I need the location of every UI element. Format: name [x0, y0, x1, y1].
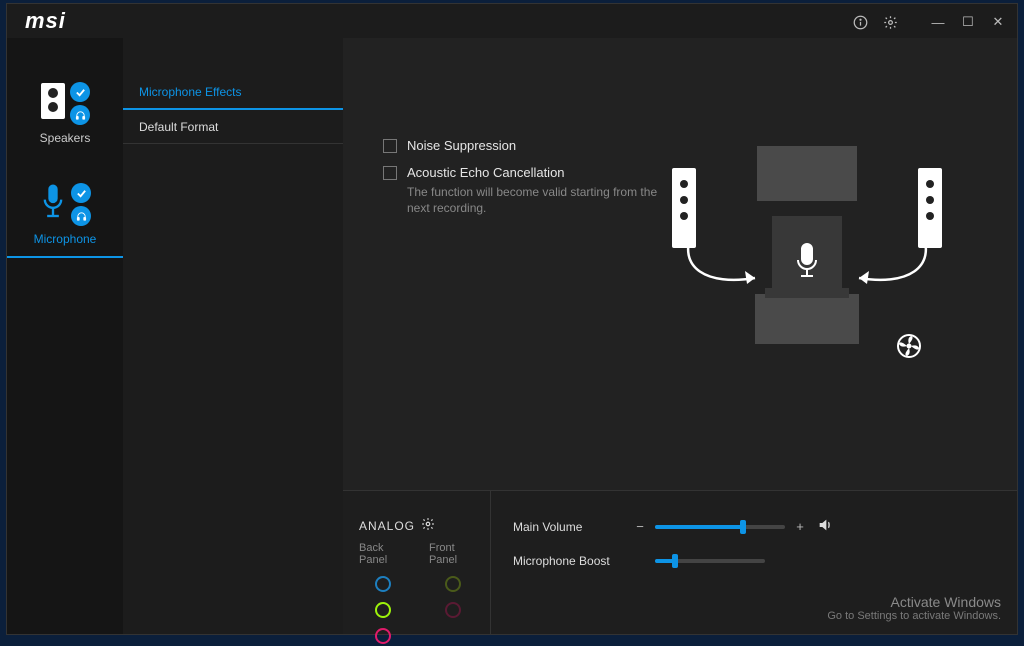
watermark-title: Activate Windows	[827, 594, 1001, 610]
info-icon[interactable]	[845, 10, 875, 34]
main-volume-increase[interactable]: +	[793, 519, 807, 534]
back-port-pink[interactable]	[375, 628, 391, 644]
speaker-icon	[40, 82, 66, 125]
noise-suppression-row: Noise Suppression	[383, 138, 703, 153]
main-volume-slider[interactable]	[655, 525, 785, 529]
volume-icon[interactable]	[817, 517, 833, 536]
echo-cancellation-note: The function will become valid starting …	[407, 184, 667, 216]
echo-cancellation-label: Acoustic Echo Cancellation	[407, 165, 667, 180]
brand-logo: msi	[25, 8, 66, 34]
check-badge-icon	[70, 82, 90, 102]
analog-panel: ANALOG Back Panel Front Panel	[343, 491, 491, 634]
subnav: Microphone Effects Default Format	[123, 38, 343, 634]
sliders-panel: Main Volume − + Microphone Boost	[491, 491, 1017, 634]
analog-heading: ANALOG	[359, 519, 415, 533]
mic-boost-label: Microphone Boost	[513, 554, 633, 568]
echo-cancellation-checkbox[interactable]	[383, 166, 397, 180]
mic-boost-thumb[interactable]	[672, 554, 678, 568]
maximize-button[interactable]: ☐	[953, 10, 983, 34]
echo-cancellation-row: Acoustic Echo Cancellation The function …	[383, 165, 703, 216]
mic-boost-row: Microphone Boost	[513, 554, 997, 568]
echo-diagram	[657, 138, 957, 388]
back-panel-title: Back Panel	[359, 542, 407, 566]
footer-panel: ANALOG Back Panel Front Panel	[343, 490, 1017, 634]
device-label: Microphone	[34, 232, 97, 246]
sidebar-item-speakers[interactable]: Speakers	[7, 78, 123, 155]
main-panel: Noise Suppression Acoustic Echo Cancella…	[343, 38, 1017, 490]
sidebar-item-microphone[interactable]: Microphone	[7, 179, 123, 258]
front-port-2[interactable]	[445, 602, 461, 618]
close-button[interactable]: ✕	[983, 10, 1013, 34]
back-port-green[interactable]	[375, 602, 391, 618]
headset-badge-icon	[71, 206, 91, 226]
microphone-icon	[39, 183, 67, 226]
noise-suppression-label: Noise Suppression	[407, 138, 516, 153]
tab-default-format[interactable]: Default Format	[123, 110, 343, 144]
device-sidebar: Speakers Microphone	[7, 38, 123, 634]
front-port-1[interactable]	[445, 576, 461, 592]
device-label: Speakers	[40, 131, 91, 145]
minimize-button[interactable]: —	[923, 10, 953, 34]
headset-badge-icon	[70, 105, 90, 125]
front-panel-column: Front Panel	[429, 542, 478, 644]
front-panel-title: Front Panel	[429, 542, 478, 566]
titlebar: msi — ☐ ✕	[7, 4, 1017, 38]
main-volume-decrease[interactable]: −	[633, 519, 647, 534]
windows-watermark: Activate Windows Go to Settings to activ…	[827, 594, 1001, 622]
effects-list: Noise Suppression Acoustic Echo Cancella…	[383, 138, 703, 228]
check-badge-icon	[71, 183, 91, 203]
window-controls: — ☐ ✕	[845, 10, 1013, 34]
back-port-blue[interactable]	[375, 576, 391, 592]
main-volume-label: Main Volume	[513, 520, 633, 534]
app-window: msi — ☐ ✕ Speak	[6, 3, 1018, 635]
noise-suppression-checkbox[interactable]	[383, 139, 397, 153]
mic-boost-slider[interactable]	[655, 559, 765, 563]
back-panel-column: Back Panel	[359, 542, 407, 644]
tab-microphone-effects[interactable]: Microphone Effects	[123, 76, 343, 110]
gear-icon[interactable]	[875, 10, 905, 34]
analog-gear-icon[interactable]	[421, 517, 435, 534]
watermark-sub: Go to Settings to activate Windows.	[827, 610, 1001, 622]
main-volume-thumb[interactable]	[740, 520, 746, 534]
fan-icon	[898, 335, 920, 357]
main-volume-row: Main Volume − +	[513, 517, 997, 536]
